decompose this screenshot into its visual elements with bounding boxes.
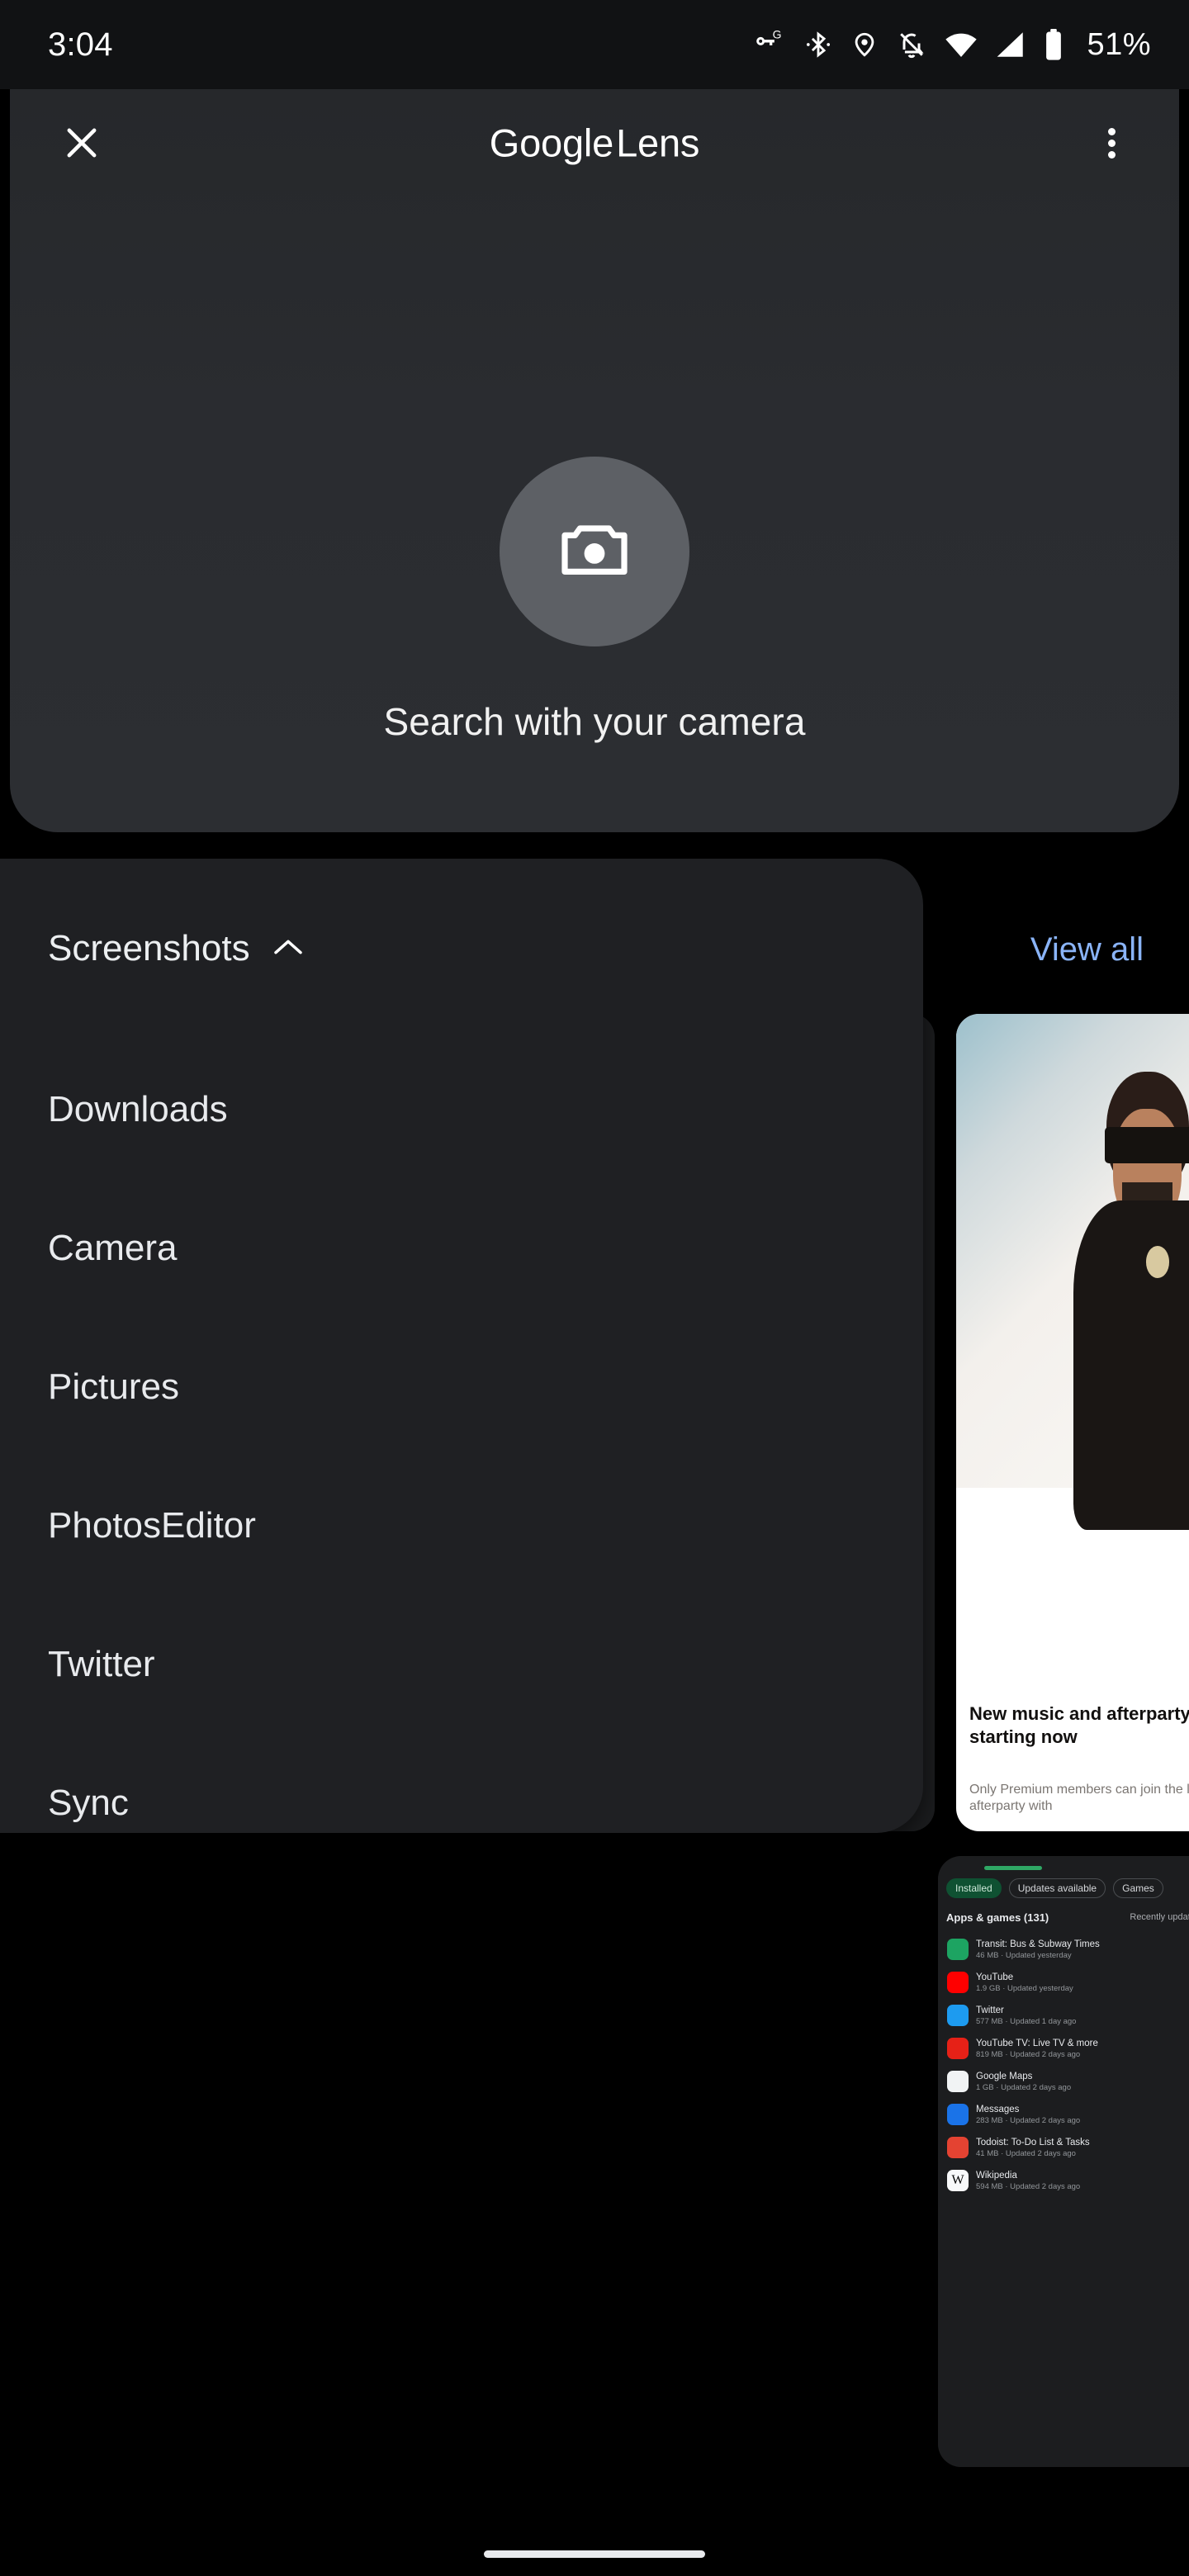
status-bar-clock: 3:04 xyxy=(48,26,113,63)
promo-subtext: Only Premium members can join the live a… xyxy=(969,1783,1189,1814)
app-row: Google Maps 1 GB · Updated 2 days ago ⌄ xyxy=(945,2065,1189,2098)
app-icon xyxy=(947,1972,969,1993)
app-meta: 594 MB · Updated 2 days ago xyxy=(976,2181,1081,2191)
app-row: Todoist: To-Do List & Tasks 41 MB · Upda… xyxy=(945,2131,1189,2164)
dropdown-item-twitter[interactable]: Twitter xyxy=(48,1595,874,1734)
app-name: Wikipedia xyxy=(976,2170,1017,2181)
app-meta: 577 MB · Updated 1 day ago xyxy=(976,2016,1077,2026)
dropdown-items: Downloads Camera Pictures PhotosEditor T… xyxy=(48,1040,874,1873)
app-icon xyxy=(947,2038,969,2059)
app-name: Google Maps xyxy=(976,2071,1033,2081)
play-store-screenshot: Installed Updates available Games Apps &… xyxy=(938,1856,1189,2467)
vpn-key-icon: G xyxy=(753,28,786,61)
battery-percent-label: 51% xyxy=(1087,26,1151,62)
app-name: Twitter xyxy=(976,2005,1004,2015)
camera-search-button[interactable] xyxy=(500,457,689,646)
promo-headline: New music and afterparty starting now xyxy=(969,1702,1189,1748)
home-gesture-handle[interactable] xyxy=(484,2550,705,2558)
app-name: Messages xyxy=(976,2104,1020,2114)
svg-text:G: G xyxy=(773,28,782,41)
status-bar: 3:04 G 51% xyxy=(0,0,1189,89)
app-icon xyxy=(947,1939,969,1960)
dropdown-item-downloads[interactable]: Downloads xyxy=(48,1040,874,1179)
title-google: Google xyxy=(489,121,614,165)
screenshots-folder-dropdown: Screenshots Downloads Camera Pictures Ph… xyxy=(0,859,923,1833)
camera-search-label: Search with your camera xyxy=(383,700,806,743)
wifi-icon xyxy=(945,31,978,59)
cellular-signal-icon xyxy=(996,31,1026,59)
notifications-off-icon xyxy=(897,29,926,60)
screenshot-thumbnail-play-store[interactable]: Installed Updates available Games Apps &… xyxy=(938,1856,1189,2467)
dropdown-item-photoseditor[interactable]: PhotosEditor xyxy=(48,1456,874,1595)
app-icon xyxy=(947,2005,969,2026)
chip-games[interactable]: Games xyxy=(1113,1878,1163,1898)
chip-updates-available[interactable]: Updates available xyxy=(1008,1878,1106,1898)
title-lens: Lens xyxy=(616,121,700,165)
app-meta: 819 MB · Updated 2 days ago xyxy=(976,2049,1081,2059)
more-options-button[interactable] xyxy=(1087,114,1136,172)
app-meta: 283 MB · Updated 2 days ago xyxy=(976,2115,1081,2125)
more-vert-icon xyxy=(1107,124,1116,163)
app-icon: W xyxy=(947,2170,969,2191)
app-meta: 1 GB · Updated 2 days ago xyxy=(976,2082,1072,2092)
app-icon xyxy=(947,2071,969,2092)
app-row: YouTube TV: Live TV & more 819 MB · Upda… xyxy=(945,2032,1189,2065)
page-title: GoogleLens xyxy=(10,121,1179,166)
promo-artist-figure xyxy=(1067,1063,1189,1530)
app-row: Transit: Bus & Subway Times 46 MB · Upda… xyxy=(945,1933,1189,1966)
app-row: Messages 283 MB · Updated 2 days ago ⌄ xyxy=(945,2098,1189,2131)
screenshot-thumbnail-music-promo[interactable]: New music and afterparty starting now On… xyxy=(956,1014,1189,1831)
apps-list-header: Apps & games (131) Recently updated xyxy=(946,1910,1189,1925)
app-icon xyxy=(947,2104,969,2125)
app-bar: GoogleLens xyxy=(10,89,1179,197)
status-bar-icons: G 51% xyxy=(753,27,1151,63)
app-row: YouTube 1.9 GB · Updated yesterday ⌄ xyxy=(945,1966,1189,1999)
filter-chip-row: Installed Updates available Games xyxy=(946,1878,1189,1898)
dropdown-header[interactable]: Screenshots xyxy=(48,928,305,969)
bluetooth-icon xyxy=(804,29,832,60)
screen-root: 3:04 G 51% GoogleLens Search with your c… xyxy=(0,0,1189,2576)
dropdown-item-camera[interactable]: Camera xyxy=(48,1179,874,1318)
dropdown-item-pictures[interactable]: Pictures xyxy=(48,1318,874,1456)
camera-search-cta: Search with your camera xyxy=(10,457,1179,744)
app-meta: 46 MB · Updated yesterday xyxy=(976,1950,1072,1960)
app-name: Todoist: To-Do List & Tasks xyxy=(976,2137,1090,2147)
chip-installed[interactable]: Installed xyxy=(946,1878,1002,1898)
sort-label: Recently updated xyxy=(1130,1912,1189,1922)
view-all-link[interactable]: View all xyxy=(1030,931,1144,968)
app-row: Twitter 577 MB · Updated 1 day ago ⌄ xyxy=(945,1999,1189,2032)
app-name: YouTube xyxy=(976,1972,1014,1982)
system-navigation-bar xyxy=(0,2528,1189,2576)
chevron-up-icon xyxy=(272,936,305,962)
camera-icon xyxy=(555,510,634,594)
app-row: W Wikipedia 594 MB · Updated 2 days ago … xyxy=(945,2164,1189,2197)
app-name: Transit: Bus & Subway Times xyxy=(976,1939,1100,1949)
apps-count-label: Apps & games (131) xyxy=(946,1911,1049,1924)
app-icon xyxy=(947,2137,969,2158)
tab-indicator xyxy=(984,1866,1042,1870)
dropdown-title: Screenshots xyxy=(48,928,250,968)
app-meta: 41 MB · Updated 2 days ago xyxy=(976,2148,1076,2158)
app-name: YouTube TV: Live TV & more xyxy=(976,2038,1098,2048)
battery-icon xyxy=(1044,29,1063,60)
app-meta: 1.9 GB · Updated yesterday xyxy=(976,1983,1073,1993)
location-icon xyxy=(850,29,879,60)
dropdown-item-sync[interactable]: Sync xyxy=(48,1734,874,1873)
lens-camera-card: GoogleLens Search with your camera xyxy=(10,89,1179,832)
